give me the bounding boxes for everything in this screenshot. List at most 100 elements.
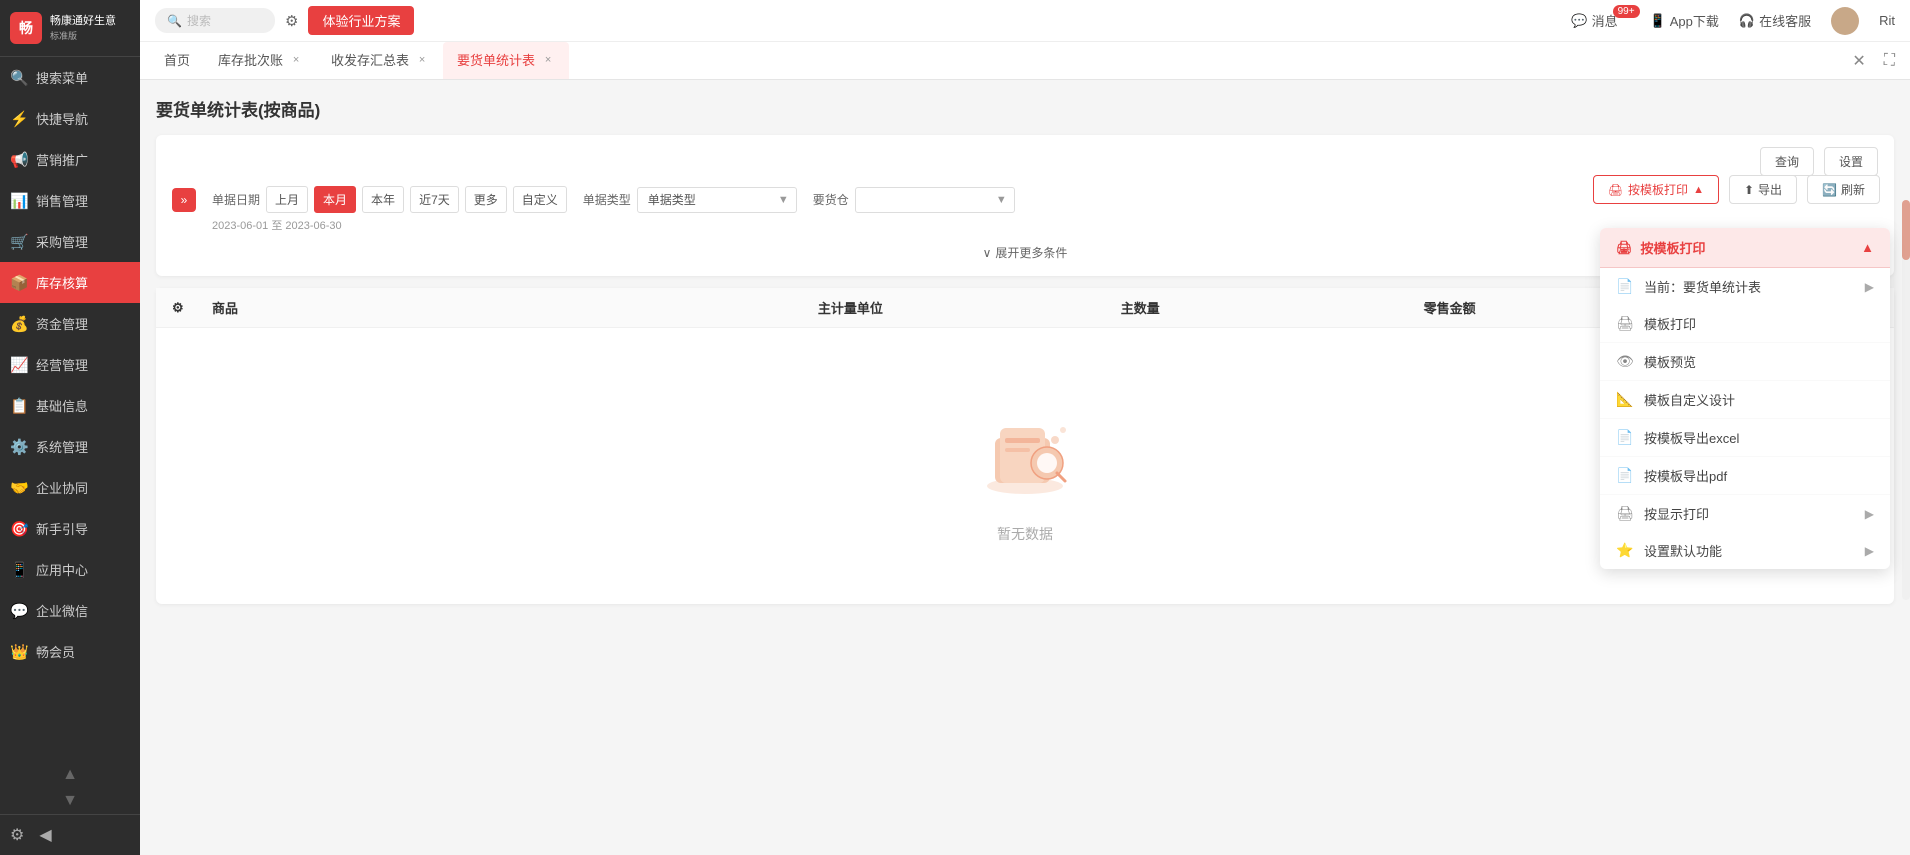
template-print-item[interactable]: 🖨 模板打印	[1600, 305, 1890, 343]
template-design-item[interactable]: 📐 模板自定义设计	[1600, 381, 1890, 419]
doc-type-label: 单据类型	[583, 191, 631, 208]
date-btn-prev[interactable]: 上月	[266, 186, 308, 213]
window-close-btn[interactable]: ✕	[1847, 49, 1870, 73]
print-toolbar-icon: 🖨	[1608, 183, 1623, 197]
print-btn-toolbar[interactable]: 🖨 按模板打印 ▲	[1593, 175, 1719, 204]
current-template-item[interactable]: 📄 当前：要货单统计表 ▶	[1600, 268, 1890, 305]
template-preview-item[interactable]: 👁 模板预览	[1600, 343, 1890, 381]
finance-icon: 💰	[10, 315, 28, 333]
tab-home[interactable]: 首页	[150, 42, 204, 79]
sidebar-item-label: 快捷导航	[36, 109, 88, 128]
tabs-bar: 首页 库存批次账 × 收发存汇总表 × 要货单统计表 × ✕ ⛶	[140, 42, 1910, 80]
export-pdf-icon: 📄	[1616, 467, 1634, 484]
purchase-icon: 🛒	[10, 233, 28, 251]
sidebar-item-basic[interactable]: 📋 基础信息	[0, 385, 140, 426]
sidebar-scroll-up[interactable]: ▲	[0, 762, 140, 788]
set-default-label: 设置默认功能	[1644, 541, 1722, 560]
window-max-btn[interactable]: ⛶	[1879, 50, 1900, 72]
date-btn-more[interactable]: 更多	[465, 186, 507, 213]
set-default-submenu[interactable]: ⭐ 设置默认功能 ▶	[1600, 532, 1890, 569]
sidebar-item-sales[interactable]: 📊 销售管理	[0, 180, 140, 221]
sidebar: 畅 畅康通好生意 标准版 🔍 搜索菜单 ⚡ 快捷导航 📢 营销推广 📊 销售管理…	[0, 0, 140, 855]
date-btn-custom[interactable]: 自定义	[513, 186, 567, 213]
member-icon: 👑	[10, 643, 28, 661]
tab-close-receipt[interactable]: ×	[415, 53, 429, 67]
query-btn[interactable]: 查询	[1760, 147, 1814, 176]
export-btn-toolbar[interactable]: ⬆ 导出	[1729, 175, 1797, 204]
sidebar-item-system[interactable]: ⚙️ 系统管理	[0, 426, 140, 467]
date-btn-current[interactable]: 本月	[314, 186, 356, 213]
goods-filter-group: 要货仓 ▼	[813, 187, 1015, 213]
template-print-icon: 🖨	[1616, 315, 1634, 332]
app-download-btn[interactable]: 📱 App下载	[1650, 11, 1719, 30]
sidebar-item-quick-nav[interactable]: ⚡ 快捷导航	[0, 98, 140, 139]
refresh-toolbar-icon: 🔄	[1822, 183, 1837, 197]
collapse-icon[interactable]: ◀	[39, 825, 51, 845]
sidebar-item-purchase[interactable]: 🛒 采购管理	[0, 221, 140, 262]
export-excel-label: 按模板导出excel	[1644, 428, 1739, 447]
filter-expand-btn[interactable]: »	[172, 188, 196, 212]
wechat-icon: 💬	[10, 602, 28, 620]
message-badge: 99+	[1613, 5, 1640, 18]
online-service-btn[interactable]: 🎧 在线客服	[1739, 11, 1811, 30]
goods-select-wrap: ▼	[855, 187, 1015, 213]
empty-text: 暂无数据	[997, 524, 1053, 544]
date-btn-week7[interactable]: 近7天	[410, 186, 459, 213]
goods-select[interactable]	[855, 187, 1015, 213]
topbar-right: 💬 消息 99+ 📱 App下载 🎧 在线客服 Rit	[1571, 7, 1895, 35]
col-product-header: 商品	[212, 298, 818, 317]
topbar: 🔍 搜索 ⚙ 体验行业方案 💬 消息 99+ 📱 App下载 🎧 在线客服 Ri…	[140, 0, 1910, 42]
gear-col-icon[interactable]: ⚙	[172, 300, 184, 315]
sidebar-item-label: 营销推广	[36, 150, 88, 169]
online-service-label: 在线客服	[1759, 11, 1811, 30]
sidebar-item-finance[interactable]: 💰 资金管理	[0, 303, 140, 344]
sales-icon: 📊	[10, 192, 28, 210]
sidebar-item-guide[interactable]: 🎯 新手引导	[0, 508, 140, 549]
doc-type-select[interactable]: 单据类型	[637, 187, 797, 213]
settings-icon[interactable]: ⚙	[10, 825, 24, 845]
sidebar-item-operation[interactable]: 📈 经营管理	[0, 344, 140, 385]
sidebar-item-wechat[interactable]: 💬 企业微信	[0, 590, 140, 631]
tab-receipt-summary[interactable]: 收发存汇总表 ×	[317, 42, 443, 79]
sidebar-item-marketing[interactable]: 📢 营销推广	[0, 139, 140, 180]
right-scrollbar[interactable]	[1902, 200, 1910, 600]
date-label: 单据日期	[212, 191, 260, 208]
date-btn-year[interactable]: 本年	[362, 186, 404, 213]
tab-order-stats[interactable]: 要货单统计表 ×	[443, 42, 569, 79]
display-print-icon: 🖨	[1616, 505, 1634, 522]
page-title: 要货单统计表(按商品)	[156, 96, 1894, 121]
tab-batch-accounts[interactable]: 库存批次账 ×	[204, 42, 317, 79]
sidebar-item-search[interactable]: 🔍 搜索菜单	[0, 57, 140, 98]
expand-more-btn[interactable]: ∨ 展开更多条件	[973, 241, 1078, 264]
doc-type-filter-group: 单据类型 单据类型 ▼	[583, 187, 797, 213]
sidebar-item-label: 搜索菜单	[36, 68, 88, 87]
sidebar-item-member[interactable]: 👑 畅会员	[0, 631, 140, 672]
sidebar-item-inventory[interactable]: 📦 库存核算	[0, 262, 140, 303]
message-btn[interactable]: 💬 消息 99+	[1571, 11, 1629, 30]
display-print-submenu[interactable]: 🖨 按显示打印 ▶	[1600, 495, 1890, 532]
template-design-label: 模板自定义设计	[1644, 390, 1735, 409]
sidebar-item-collab[interactable]: 🤝 企业协同	[0, 467, 140, 508]
export-pdf-item[interactable]: 📄 按模板导出pdf	[1600, 457, 1890, 495]
dropdown-arrow-icon[interactable]: ▲	[1861, 240, 1874, 255]
username: Rit	[1879, 13, 1895, 28]
search-placeholder: 搜索	[187, 12, 211, 29]
refresh-btn-toolbar[interactable]: 🔄 刷新	[1807, 175, 1880, 204]
export-btn-label: 导出	[1758, 181, 1782, 198]
sidebar-item-label: 企业微信	[36, 601, 88, 620]
tab-receipt-summary-label: 收发存汇总表	[331, 50, 409, 69]
avatar[interactable]	[1831, 7, 1859, 35]
sidebar-item-appstore[interactable]: 📱 应用中心	[0, 549, 140, 590]
topbar-search[interactable]: 🔍 搜索	[155, 8, 275, 33]
settings-btn[interactable]: 设置	[1824, 147, 1878, 176]
set-default-icon: ⭐	[1616, 542, 1634, 559]
template-preview-icon: 👁	[1616, 353, 1634, 370]
sidebar-scroll-down[interactable]: ▼	[0, 788, 140, 814]
template-preview-label: 模板预览	[1644, 352, 1696, 371]
tab-close-batch[interactable]: ×	[289, 53, 303, 67]
guide-icon: 🎯	[10, 520, 28, 538]
trial-button[interactable]: 体验行业方案	[308, 6, 414, 35]
export-excel-item[interactable]: 📄 按模板导出excel	[1600, 419, 1890, 457]
tab-close-order-stats[interactable]: ×	[541, 53, 555, 67]
gear-icon[interactable]: ⚙	[285, 12, 298, 30]
